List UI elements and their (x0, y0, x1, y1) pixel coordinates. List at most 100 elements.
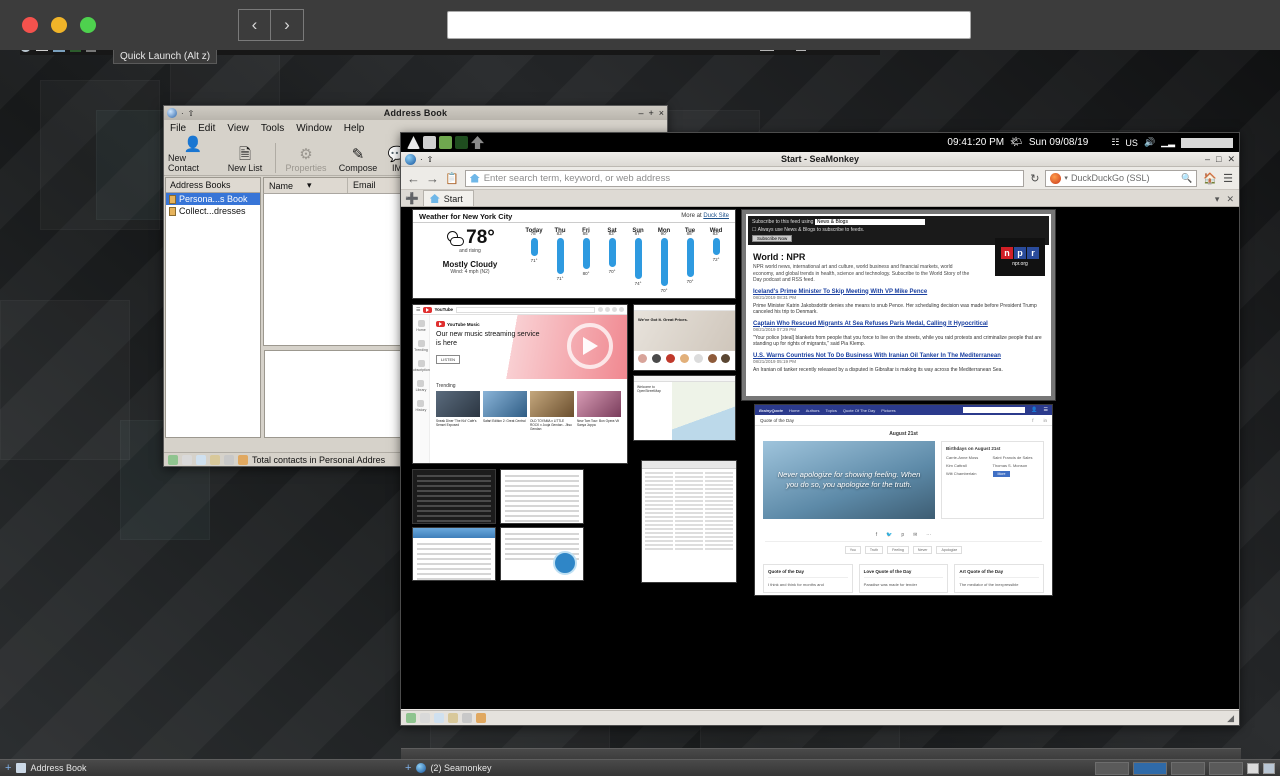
system-tray[interactable]: ☷ US 🔊 ▁▂ (1111, 137, 1233, 148)
birthday-name[interactable]: Wilt Chamberlain (946, 471, 993, 477)
address-book-titlebar[interactable]: · ⇧ Address Book – + × (164, 106, 667, 120)
birthday-name[interactable]: Saint Francis de Sales (993, 455, 1040, 460)
seamonkey-tabbar[interactable]: ➕ Start ▾ ✕ (401, 190, 1239, 207)
workspace-4[interactable] (1209, 762, 1243, 775)
facebook-icon[interactable]: f (1032, 418, 1033, 423)
more-icon[interactable]: ⋯ (926, 532, 931, 538)
panel-files-icon[interactable] (423, 136, 436, 149)
weather-tray-icon[interactable]: 🌤 (1010, 137, 1023, 148)
minimize-button[interactable]: – (638, 108, 643, 118)
reload-icon[interactable]: ↻ (1030, 172, 1039, 185)
status-tabs-icon[interactable] (462, 713, 472, 723)
quote-image[interactable]: Never apologize for showing feeling. Whe… (763, 441, 935, 519)
profile-thumbnail[interactable] (500, 527, 584, 581)
panel-home-icon[interactable] (407, 136, 420, 149)
nav-pictures[interactable]: Pictures (881, 408, 895, 413)
youtube-logo[interactable]: YouTube (423, 307, 453, 313)
menu-edit[interactable]: Edit (198, 123, 215, 134)
user-icon[interactable]: 👤 (1031, 407, 1037, 413)
quote-card[interactable]: Love Quote of the Day Paradise was made … (859, 564, 949, 593)
minimize-button[interactable]: – (1205, 154, 1210, 165)
start-page-content[interactable]: Weather for New York City More at Duck S… (401, 207, 1239, 709)
menu-tools[interactable]: Tools (261, 123, 284, 134)
host-nav-buttons[interactable]: ‹ › (238, 9, 304, 41)
status-tabs-icon[interactable] (224, 455, 234, 465)
magnifier-icon[interactable]: 🔍 (1181, 173, 1192, 184)
maximize-button[interactable]: □ (1216, 154, 1221, 165)
menu-file[interactable]: File (170, 123, 186, 134)
nav-quote-of-the-day[interactable]: Quote Of The Day (843, 408, 875, 413)
quote-card[interactable]: Quote of the Day I think and think for m… (763, 564, 853, 593)
ebay-widget[interactable]: We've Got It. Great Prices. (633, 304, 736, 371)
menu-window[interactable]: Window (296, 123, 332, 134)
seamonkey-titlebar[interactable]: · ⇧ Start - SeaMonkey – □ ✕ (401, 152, 1239, 167)
quote-tags[interactable]: You Truth Feeling Never Apologize (755, 542, 1052, 560)
youtube-widget[interactable]: ☰ YouTube (412, 304, 628, 464)
email-icon[interactable]: ✉ (913, 532, 917, 538)
system-panel[interactable]: 09:41:20 PM 🌤 Sun 09/08/19 ☷ US 🔊 ▁▂ (401, 133, 1239, 152)
chevron-down-icon[interactable]: ▾ (1064, 174, 1068, 182)
taskbar-item-address-book[interactable]: Address Book (16, 763, 86, 773)
youtube-video-grid[interactable]: Sneak Diner 'The Kid' Cafe's Sensei Expo… (430, 391, 627, 431)
new-tab-icon[interactable]: ➕ (405, 192, 419, 206)
npr-article-link[interactable]: U.S. Warns Countries Not To Do Business … (753, 353, 1044, 359)
address-book-item-collected[interactable]: Collect...dresses (166, 205, 260, 217)
system-panel-launchers[interactable] (407, 136, 484, 149)
workspace-3[interactable] (1171, 762, 1205, 775)
linkedin-icon[interactable]: in (1043, 418, 1047, 423)
birthday-name[interactable]: Carrie-Anne Moss (946, 455, 993, 460)
workspace-1[interactable] (1095, 762, 1129, 775)
status-globe-icon[interactable] (406, 713, 416, 723)
brainyquote-logo[interactable]: BrainyQuote (759, 408, 783, 413)
category-icon[interactable] (680, 354, 689, 363)
nav-authors[interactable]: Authors (806, 408, 820, 413)
tab-close-icon[interactable]: ✕ (1226, 194, 1234, 205)
seamonkey-window-buttons[interactable]: – □ ✕ (1205, 154, 1235, 165)
host-url-input[interactable] (447, 11, 971, 39)
status-globe-icon[interactable] (168, 455, 178, 465)
video-card[interactable]: Safari Edition 2: Great Central (483, 391, 527, 431)
address-book-item-personal[interactable]: Persona...s Book (166, 193, 260, 205)
forward-button[interactable]: › (271, 9, 304, 41)
home-button-icon[interactable]: 🏠 (1203, 172, 1217, 185)
sidebar-item-trending[interactable]: Trending (414, 340, 428, 352)
clipboard-icon[interactable]: 📋 (445, 172, 459, 185)
menu-help[interactable]: Help (344, 123, 365, 134)
maximize-window-button[interactable] (80, 17, 96, 33)
ebay-hero[interactable]: We've Got It. Great Prices. (634, 311, 735, 351)
close-button[interactable]: ✕ (1227, 154, 1235, 165)
feed-always-checkbox[interactable]: ☐ (752, 227, 756, 233)
dark-site-thumbnail[interactable] (412, 469, 496, 524)
window-traffic-lights[interactable] (22, 17, 96, 33)
address-books-pane[interactable]: Address Books Persona...s Book Collect..… (165, 177, 261, 438)
sidebar-item-home[interactable]: Home (416, 320, 425, 332)
blue-site-thumbnail[interactable] (412, 527, 496, 581)
youtube-header-actions[interactable] (598, 307, 624, 312)
quote-card[interactable]: Art Quote of the Day The mediator of the… (954, 564, 1044, 593)
taskbar-plus-icon[interactable]: + (405, 762, 411, 774)
brainyquote-search-input[interactable] (963, 407, 1025, 413)
panel-upload-icon[interactable] (471, 136, 484, 149)
osm-map-canvas[interactable] (672, 382, 735, 441)
system-clock[interactable]: 09:41:20 PM 🌤 Sun 09/08/19 (947, 137, 1088, 148)
sort-chevron-down-icon[interactable]: ▾ (307, 180, 312, 191)
feed-reader-select[interactable]: News & Blogs (815, 219, 925, 225)
tag[interactable]: Never (913, 546, 933, 554)
new-contact-button[interactable]: 👤 New Contact (168, 137, 218, 173)
weather-more[interactable]: More at Duck Site (681, 213, 729, 219)
show-desktop-icon[interactable] (1247, 763, 1259, 774)
tab-start[interactable]: Start (423, 190, 474, 206)
back-button[interactable]: ‹ (238, 9, 271, 41)
pinterest-icon[interactable]: p (901, 532, 904, 538)
facebook-icon[interactable]: f (876, 532, 877, 538)
video-card[interactable]: Sneak Diner 'The Kid' Cafe's Sensei Expo… (436, 391, 480, 431)
feed-subscribe-row[interactable]: Subscribe to this feed using News & Blog… (752, 219, 1045, 225)
weather-more-link[interactable]: Duck Site (703, 213, 729, 219)
hamburger-icon[interactable]: ☰ (1044, 407, 1048, 413)
status-lock-icon[interactable] (420, 713, 430, 723)
status-window-icon[interactable] (238, 455, 248, 465)
tag[interactable]: Feeling (887, 546, 909, 554)
network-icon[interactable]: ☷ (1111, 137, 1119, 148)
desktop-taskbar-right[interactable]: + (2) Seamonkey (400, 759, 1280, 776)
taskbar-plus-icon[interactable]: + (5, 762, 11, 774)
